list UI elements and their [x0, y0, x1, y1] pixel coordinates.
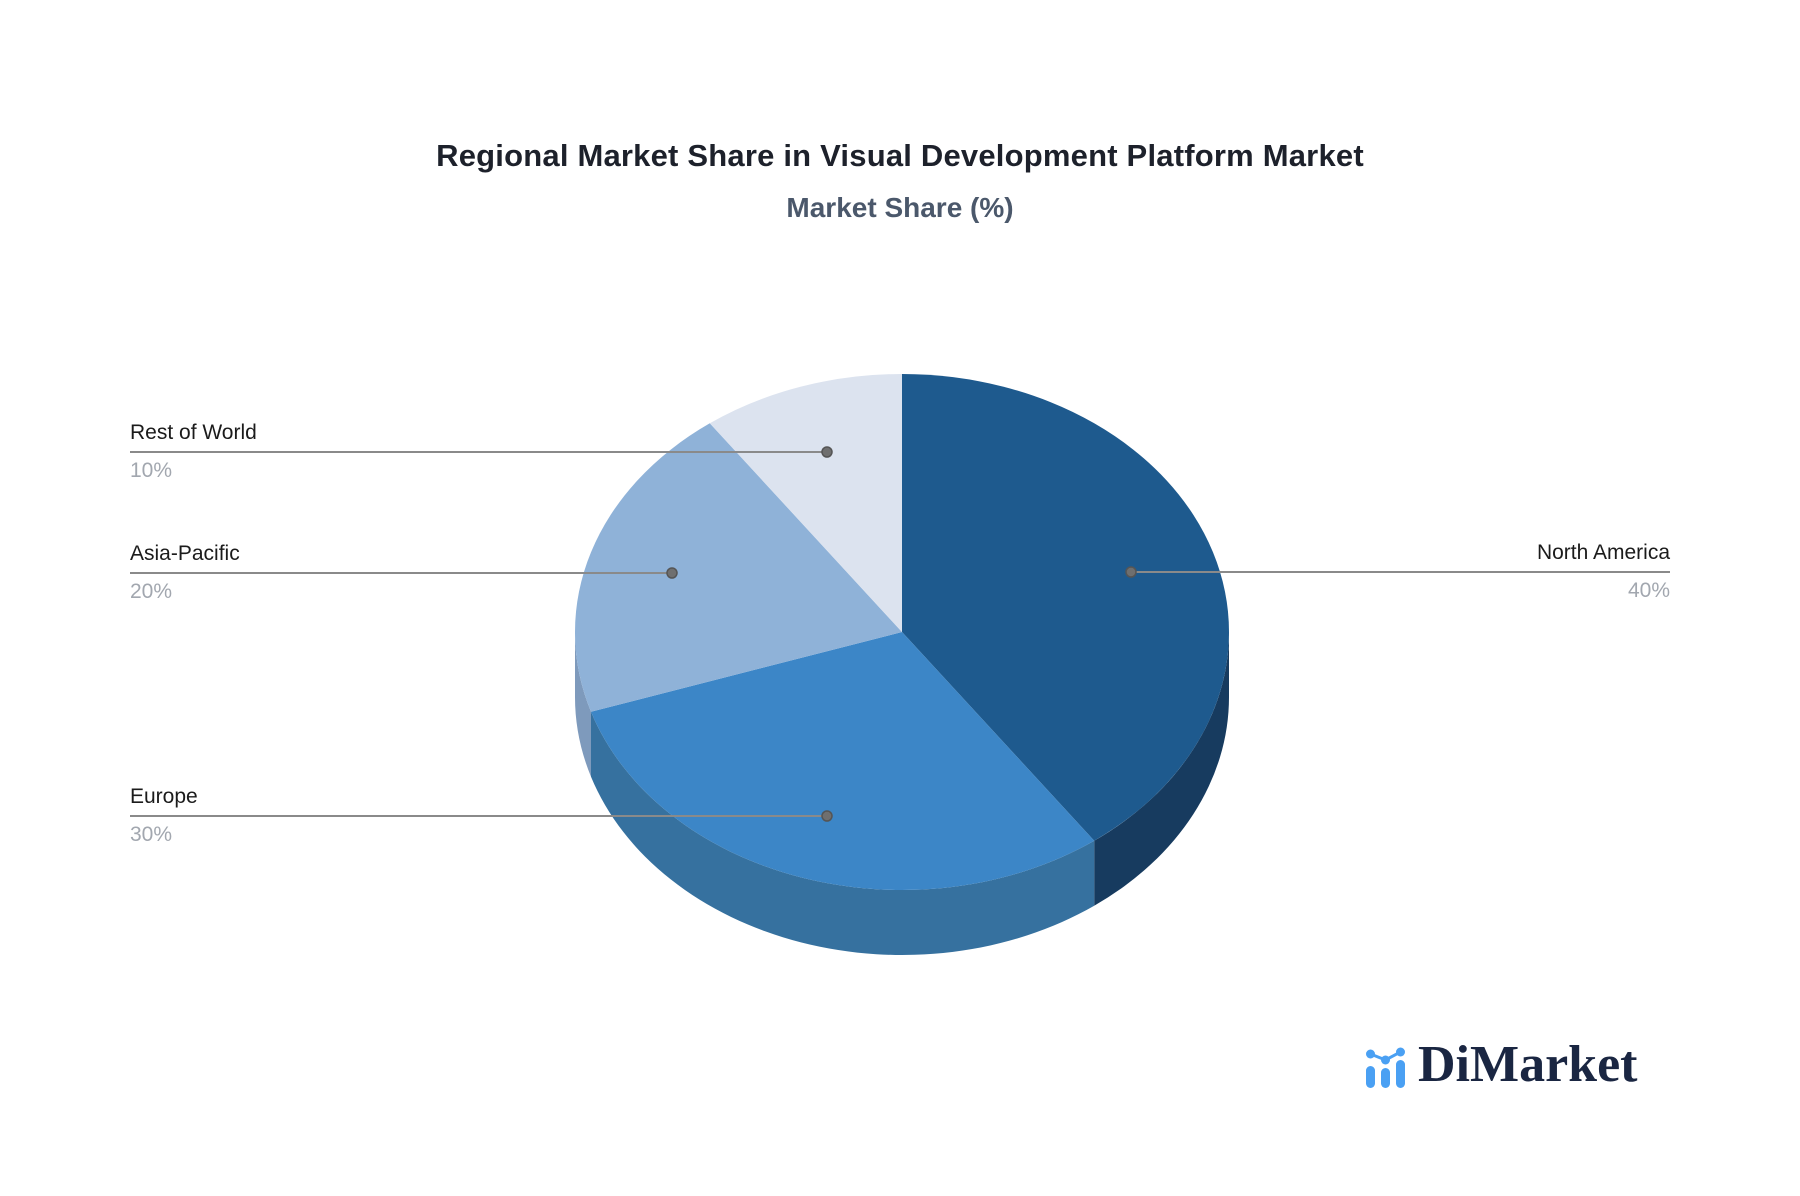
label-north-america-name: North America — [1536, 541, 1670, 564]
label-asia-pacific-value: 20% — [130, 580, 173, 603]
label-europe-name: Europe — [130, 785, 198, 808]
bar-chart-trend-icon — [1366, 1047, 1405, 1088]
label-asia-pacific-name: Asia-Pacific — [130, 542, 240, 565]
brand-logo[interactable]: DiMarket — [1360, 1036, 1638, 1093]
label-europe-value: 30% — [130, 823, 173, 846]
leader-dot-europe — [821, 810, 833, 822]
label-rest-of-world: Rest of World 10% — [130, 420, 690, 484]
label-rest-of-world-name: Rest of World — [130, 421, 257, 444]
label-europe: Europe 30% — [130, 784, 690, 848]
brand-logo-text: DiMarket — [1418, 1036, 1638, 1093]
label-north-america-value: 40% — [1627, 579, 1670, 602]
leader-dot-rest-of-world — [821, 446, 833, 458]
label-rest-of-world-value: 10% — [130, 459, 173, 482]
label-asia-pacific: Asia-Pacific 20% — [130, 541, 690, 605]
chart-canvas: Regional Market Share in Visual Developm… — [0, 0, 1800, 1196]
label-north-america: North America 40% — [1110, 540, 1670, 604]
